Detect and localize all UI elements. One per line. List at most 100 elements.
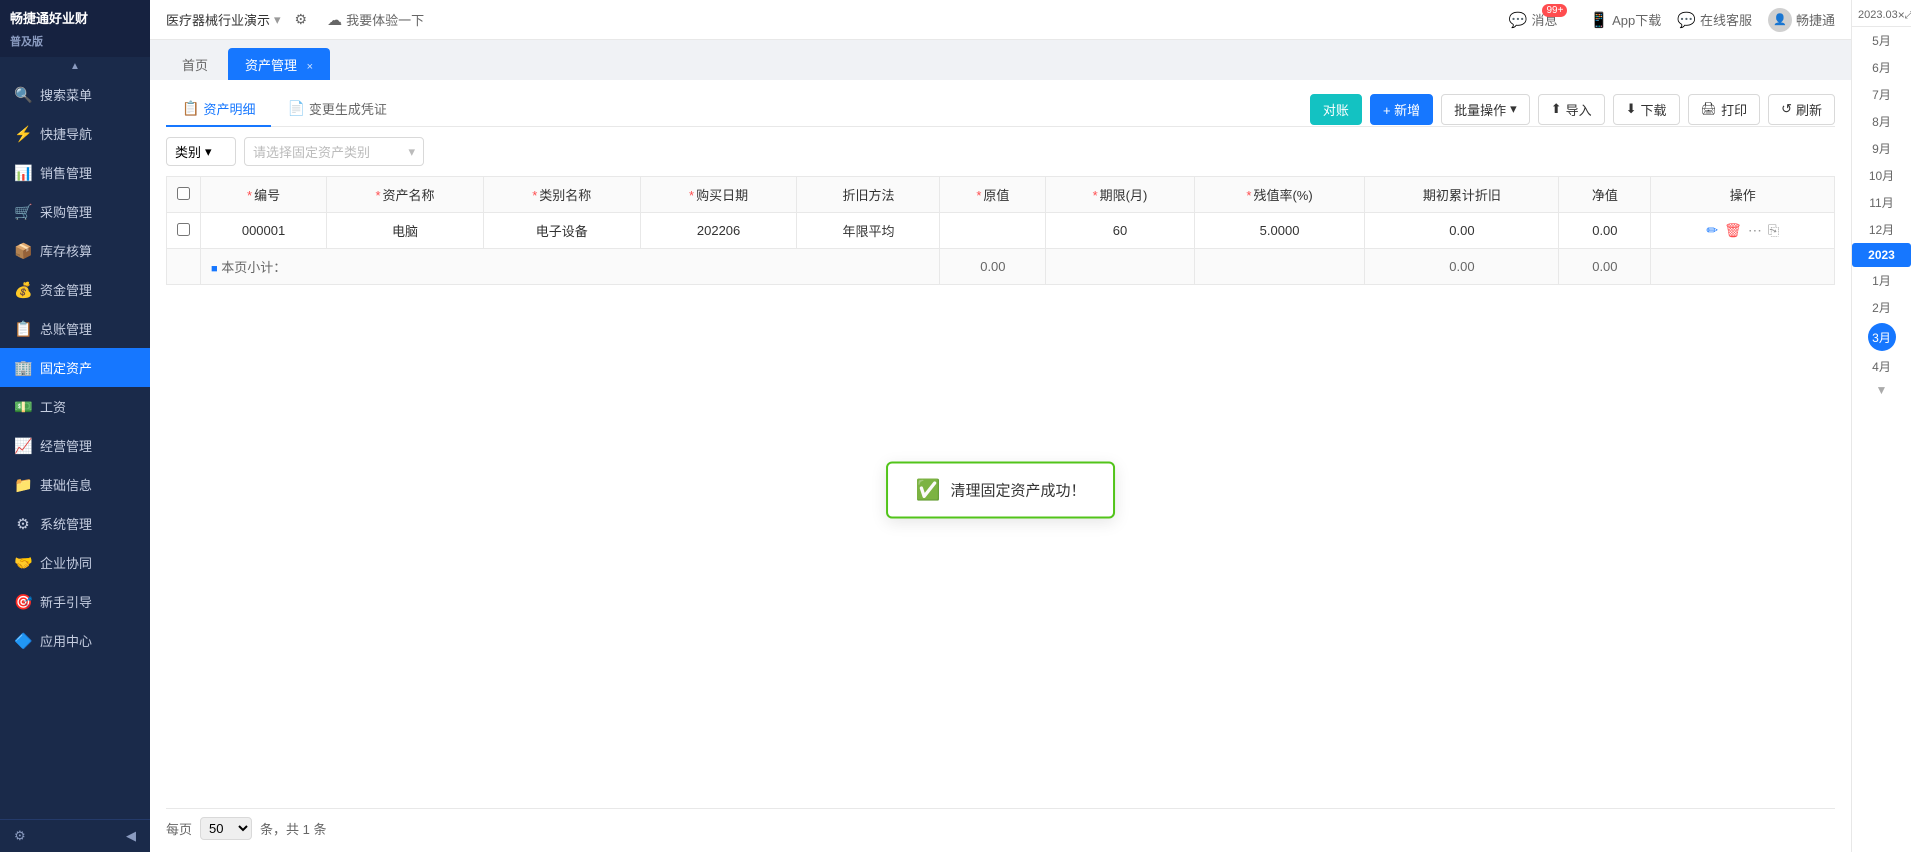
month-item-1月[interactable]: 1月 [1852, 267, 1911, 294]
sidebar-label-0: 搜索菜单 [40, 85, 92, 104]
checkbox-all[interactable] [177, 187, 190, 200]
batch-ops-button[interactable]: 批量操作 ▾ [1441, 94, 1530, 125]
download-button[interactable]: ⬇ 下载 [1613, 94, 1680, 125]
sidebar-item-企业协同[interactable]: 🤝企业协同 [0, 543, 150, 582]
row-checkbox-0[interactable] [177, 223, 190, 236]
sidebar-collapse-icon[interactable]: ◀ [126, 828, 136, 844]
sidebar-item-新手引导[interactable]: 🎯新手引导 [0, 582, 150, 621]
asset-detail-icon: 📋 [182, 100, 199, 117]
month-item-4月[interactable]: 4月 [1852, 353, 1911, 380]
sidebar-label-6: 总账管理 [40, 319, 92, 338]
right-panel-close[interactable]: × [1898, 8, 1905, 22]
tab-asset-management[interactable]: 资产管理 × [228, 48, 330, 80]
delete-icon-0[interactable]: 🗑 [1724, 222, 1742, 239]
sidebar-item-应用中心[interactable]: 🔷应用中心 [0, 621, 150, 660]
company-selector[interactable]: 医疗器械行业演示 ▾ [166, 10, 281, 29]
sidebar-label-7: 固定资产 [40, 358, 92, 377]
toolbar: 对账 + 新增 批量操作 ▾ ⬆ 导入 ⬇ 下载 🖨 [1310, 94, 1835, 125]
sidebar-item-搜索菜单[interactable]: 🔍搜索菜单 [0, 75, 150, 114]
right-panel-expand[interactable]: ⤢ [1905, 10, 1911, 21]
sub-tab-change-voucher[interactable]: 📄 变更生成凭证 [271, 92, 402, 127]
sidebar-icon-10: 📁 [14, 476, 32, 494]
subtotal-label: ■ 本页小计： [201, 249, 940, 285]
month-item-10月[interactable]: 10月 [1852, 162, 1911, 189]
cell-net-0: 0.00 [1559, 213, 1651, 249]
more-icon-0[interactable]: ⋯ [1748, 222, 1762, 239]
select-all-checkbox[interactable] [167, 177, 201, 213]
col-net-value: 净值 [1559, 177, 1651, 213]
cell-period-0: 60 [1046, 213, 1194, 249]
sidebar-icon-7: 🏢 [14, 359, 32, 377]
experience-link[interactable]: ☁ 我要体验一下 [327, 10, 424, 29]
month-circle-active[interactable]: 3月 [1868, 323, 1896, 351]
print-button[interactable]: 🖨 打印 [1688, 94, 1761, 125]
per-page-select[interactable]: 50 10 20 100 [200, 817, 252, 840]
category-dropdown-icon: ▾ [205, 144, 212, 160]
sidebar-item-经营管理[interactable]: 📈经营管理 [0, 426, 150, 465]
month-item-5月[interactable]: 5月 [1852, 27, 1911, 54]
sidebar-item-固定资产[interactable]: 🏢 固定资产 [0, 348, 150, 387]
sidebar-item-销售管理[interactable]: 📊销售管理 [0, 153, 150, 192]
sidebar-label-2: 销售管理 [40, 163, 92, 182]
month-item-active[interactable]: 3月 [1852, 323, 1911, 351]
message-btn[interactable]: 💬 消息 99+ [1509, 10, 1558, 29]
tab-home[interactable]: 首页 [166, 49, 224, 80]
cell-depreciation-0: 年限平均 [797, 213, 940, 249]
app-download-label: App下载 [1612, 10, 1661, 29]
sub-tab-asset-detail[interactable]: 📋 资产明细 [166, 92, 271, 127]
sidebar-item-总账管理[interactable]: 📋总账管理 [0, 309, 150, 348]
year-badge[interactable]: 2023 [1852, 243, 1911, 267]
col-id: *编号 [201, 177, 327, 213]
table-header-row: *编号 *资产名称 *类别名称 *购买日期 折旧方法 *原值 *期限(月) *残… [167, 177, 1835, 213]
sidebar-label-3: 采购管理 [40, 202, 92, 221]
copy-icon-0[interactable]: ⎘ [1768, 222, 1779, 239]
sidebar-item-系统管理[interactable]: ⚙ 系统管理 [0, 504, 150, 543]
app-download-btn[interactable]: 📱 App下载 [1589, 10, 1661, 29]
col-residual-rate: *残值率(%) [1194, 177, 1365, 213]
sidebar-item-快捷导航[interactable]: ⚡快捷导航 [0, 114, 150, 153]
reconcile-button[interactable]: 对账 [1310, 94, 1362, 125]
refresh-button[interactable]: ↺ 刷新 [1768, 94, 1835, 125]
new-button[interactable]: + 新增 [1370, 94, 1433, 125]
sidebar-item-库存核算[interactable]: 📦库存核算 [0, 231, 150, 270]
sidebar-label-8: 工资 [40, 397, 66, 416]
sidebar-item-资金管理[interactable]: 💰资金管理 [0, 270, 150, 309]
sidebar-scroll-up[interactable]: ▲ [0, 57, 150, 75]
toast-message: 清理固定资产成功！ [950, 480, 1085, 501]
sidebar: 畅捷通好业财 普及版 ▲ 🔍搜索菜单⚡快捷导航📊销售管理🛒采购管理📦库存核算💰资… [0, 0, 150, 852]
category-value-dropdown-icon: ▾ [408, 144, 415, 160]
app-subtitle: 普及版 [10, 33, 43, 49]
col-category: *类别名称 [483, 177, 640, 213]
row-checkbox-cell[interactable] [167, 213, 201, 249]
category-select[interactable]: 类别 ▾ [166, 137, 236, 166]
edit-icon-0[interactable]: ✏ [1706, 222, 1718, 239]
export-button[interactable]: ⬆ 导入 [1538, 94, 1605, 125]
topbar-settings-icon[interactable]: ⚙ [295, 11, 308, 28]
panel-scroll-down[interactable]: ▼ [1852, 380, 1911, 400]
sidebar-label-11: 系统管理 [40, 514, 92, 533]
month-item-9月[interactable]: 9月 [1852, 135, 1911, 162]
sub-tabs: 📋 资产明细 📄 变更生成凭证 对账 + 新增 批量操作 ▾ [166, 92, 1835, 127]
company-dropdown-icon[interactable]: ▾ [274, 12, 281, 28]
sidebar-item-采购管理[interactable]: 🛒采购管理 [0, 192, 150, 231]
customer-service-btn[interactable]: 💬 在线客服 [1677, 10, 1752, 29]
sidebar-icon-11: ⚙ [14, 515, 32, 533]
month-item-11月[interactable]: 11月 [1852, 189, 1911, 216]
month-item-12月[interactable]: 12月 [1852, 216, 1911, 243]
user-menu[interactable]: 👤 畅捷通 [1768, 8, 1835, 32]
sidebar-icon-5: 💰 [14, 281, 32, 299]
month-item-7月[interactable]: 7月 [1852, 81, 1911, 108]
month-item-2月[interactable]: 2月 [1852, 294, 1911, 321]
month-item-6月[interactable]: 6月 [1852, 54, 1911, 81]
category-value-select[interactable]: 请选择固定资产类别 ▾ [244, 137, 424, 166]
sidebar-item-工资[interactable]: 💵工资 [0, 387, 150, 426]
tab-close-icon[interactable]: × [307, 61, 313, 73]
company-name: 医疗器械行业演示 [166, 10, 270, 29]
sidebar-item-基础信息[interactable]: 📁 基础信息 [0, 465, 150, 504]
sub-tab-change-voucher-label: 变更生成凭证 [309, 99, 387, 118]
sidebar-settings-icon[interactable]: ⚙ [14, 828, 26, 844]
sidebar-label-10: 基础信息 [40, 475, 92, 494]
month-item-8月[interactable]: 8月 [1852, 108, 1911, 135]
col-initial-accumulated: 期初累计折旧 [1365, 177, 1559, 213]
cell-id-0: 000001 [201, 213, 327, 249]
